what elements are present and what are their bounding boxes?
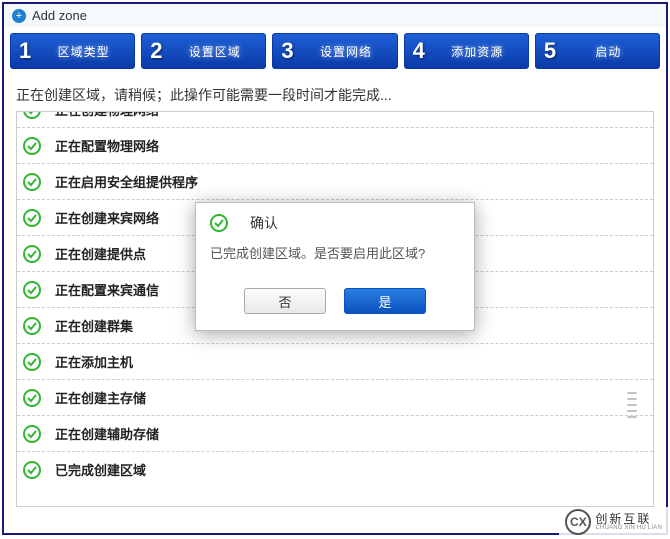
list-item: 正在配置物理网络 bbox=[17, 127, 653, 163]
list-item: 正在添加主机 bbox=[17, 343, 653, 379]
watermark-en: CHUANG XIN HU LIAN bbox=[595, 525, 662, 531]
wizard-steps: 1 区域类型 2 设置区域 3 设置网络 4 添加资源 5 启动 bbox=[4, 27, 666, 75]
check-icon bbox=[23, 461, 41, 479]
header-bar: + Add zone bbox=[4, 4, 666, 27]
watermark: CX 创新互联 CHUANG XIN HU LIAN bbox=[559, 507, 668, 537]
list-item: 正在配置来宾通信 bbox=[17, 271, 653, 307]
add-icon: + bbox=[12, 9, 26, 23]
check-icon bbox=[23, 317, 41, 335]
check-icon bbox=[23, 425, 41, 443]
check-icon bbox=[23, 389, 41, 407]
check-icon bbox=[23, 245, 41, 263]
scroll-grip[interactable] bbox=[627, 392, 637, 418]
list-item: 正在创建辅助存储 bbox=[17, 415, 653, 451]
list-item: 正在创建物理网络 bbox=[17, 111, 653, 127]
wizard-step-1[interactable]: 1 区域类型 bbox=[10, 33, 135, 69]
check-icon bbox=[23, 137, 41, 155]
check-icon bbox=[23, 353, 41, 371]
list-item: 正在启用安全组提供程序 bbox=[17, 163, 653, 199]
watermark-cn: 创新互联 bbox=[595, 513, 662, 525]
list-item: 已完成创建区域 bbox=[17, 451, 653, 487]
check-icon bbox=[23, 111, 41, 119]
wizard-step-4[interactable]: 4 添加资源 bbox=[404, 33, 529, 69]
wizard-step-3[interactable]: 3 设置网络 bbox=[272, 33, 397, 69]
check-icon bbox=[23, 281, 41, 299]
wizard-step-5[interactable]: 5 启动 bbox=[535, 33, 660, 69]
check-icon bbox=[23, 209, 41, 227]
progress-list: 正在创建物理网络 正在配置物理网络 正在启用安全组提供程序 正在创建来宾网络 正… bbox=[17, 111, 653, 487]
main-window: + Add zone 1 区域类型 2 设置区域 3 设置网络 4 添加资源 5… bbox=[2, 2, 668, 535]
list-item: 正在创建群集 bbox=[17, 307, 653, 343]
progress-panel[interactable]: 正在创建物理网络 正在配置物理网络 正在启用安全组提供程序 正在创建来宾网络 正… bbox=[16, 111, 654, 507]
wizard-step-2[interactable]: 2 设置区域 bbox=[141, 33, 266, 69]
list-item: 正在创建主存储 bbox=[17, 379, 653, 415]
check-icon bbox=[23, 173, 41, 191]
list-item: 正在创建来宾网络 bbox=[17, 199, 653, 235]
watermark-logo-icon: CX bbox=[565, 509, 591, 535]
list-item: 正在创建提供点 bbox=[17, 235, 653, 271]
status-message: 正在创建区域，请稍候；此操作可能需要一段时间才能完成... bbox=[4, 75, 666, 111]
header-title: Add zone bbox=[32, 8, 87, 23]
